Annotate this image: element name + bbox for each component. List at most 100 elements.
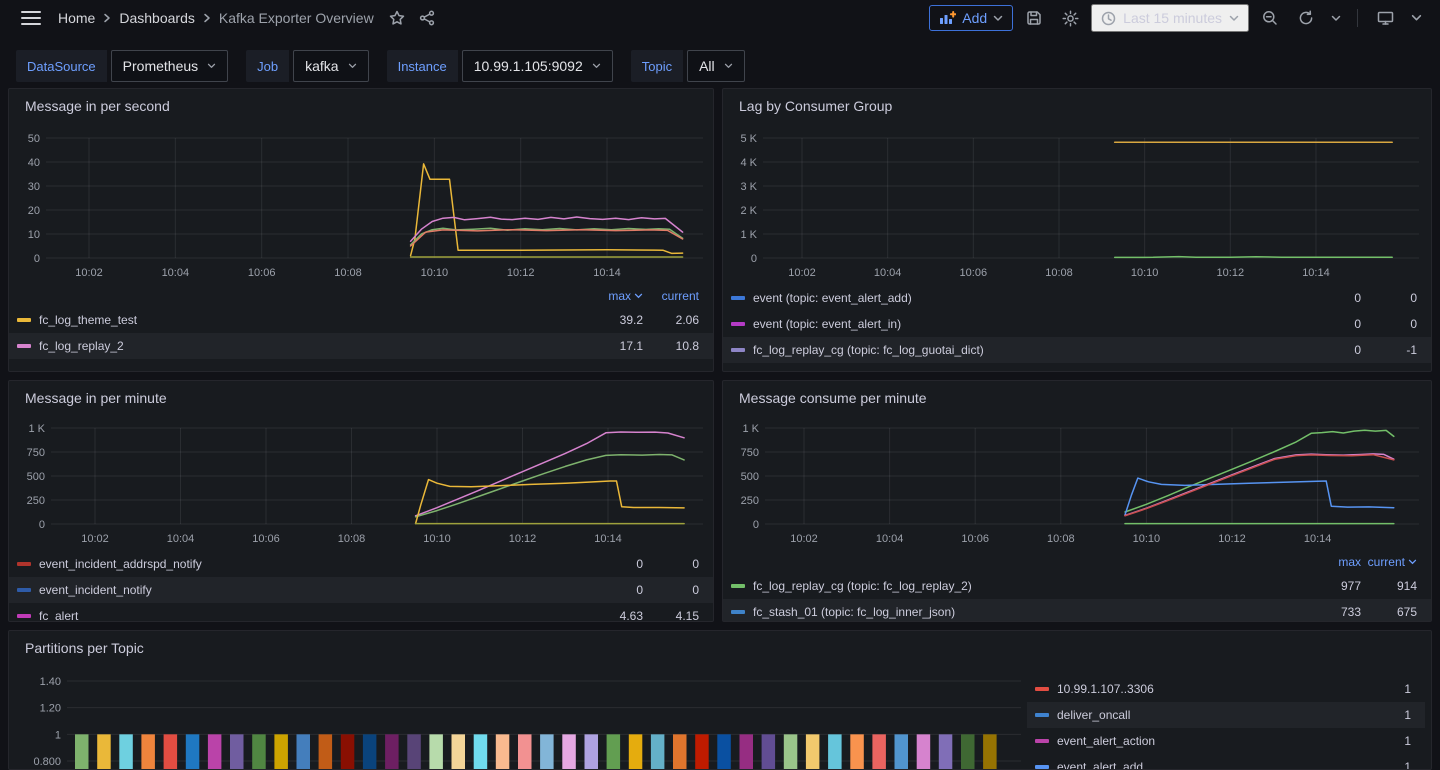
star-icon[interactable] [382, 4, 412, 32]
series-color-swatch [1035, 713, 1049, 717]
filter-datasource-select[interactable]: Prometheus [110, 50, 229, 82]
breadcrumb-dashboards[interactable]: Dashboards [119, 10, 195, 26]
legend-row[interactable]: fc_stash_01 (topic: fc_log_inner_json) 73… [723, 599, 1431, 621]
panel-title[interactable]: Message in per second [25, 97, 697, 115]
chevron-right-icon [203, 13, 211, 23]
timeseries-chart[interactable]: 0 250 500 750 1 K 10:02 10:04 10:06 10:08 10:10 10… [723, 413, 1431, 545]
svg-text:10:08: 10:08 [1045, 267, 1073, 279]
gear-icon[interactable] [1055, 4, 1085, 32]
legend-sort-max[interactable]: max [1297, 555, 1361, 569]
filter-topic-value: All [699, 58, 715, 74]
timeseries-chart[interactable]: 0 10 20 30 40 50 10:02 10:04 10:06 10:08 10:10 10:1… [9, 125, 713, 285]
legend-value: 4.15 [675, 609, 699, 621]
panel-title[interactable]: Lag by Consumer Group [739, 97, 1415, 115]
chevron-down-icon [592, 63, 600, 68]
filter-bar: DataSource Prometheus Job kafka Instance… [16, 50, 745, 82]
filter-job-value: kafka [305, 58, 339, 74]
filter-job-label: Job [246, 50, 290, 82]
svg-text:10:06: 10:06 [248, 267, 276, 279]
svg-text:0: 0 [39, 519, 45, 531]
zoom-out-icon[interactable] [1255, 4, 1285, 32]
monitor-icon[interactable] [1370, 4, 1400, 32]
legend-series-label: fc_log_replay_2 [39, 339, 124, 353]
svg-text:1 K: 1 K [740, 229, 757, 241]
chevron-down-icon [1229, 15, 1239, 21]
legend-row[interactable]: fc_log_replay_2 17.1 10.8 [9, 333, 713, 359]
panel-partitions-per-topic: Partitions per Topic 0.800 1 1.20 1.40 10.9… [8, 630, 1432, 770]
legend-value: 0 [692, 557, 699, 571]
legend-value: 2.06 [675, 313, 699, 327]
filter-job-select[interactable]: kafka [293, 50, 369, 82]
svg-text:10:12: 10:12 [1217, 267, 1245, 279]
filter-instance-value: 10.99.1.105:9092 [473, 58, 583, 74]
svg-text:500: 500 [27, 471, 45, 483]
svg-text:3 K: 3 K [740, 181, 757, 193]
legend-row[interactable]: event_incident_notify 0 0 [9, 577, 713, 603]
legend-sort-max[interactable]: max [579, 289, 643, 303]
panel-title[interactable]: Message in per minute [25, 389, 697, 407]
time-range-label: Last 15 minutes [1123, 10, 1222, 26]
legend-value: 0 [1354, 343, 1361, 357]
series-color-swatch [731, 610, 745, 614]
svg-text:10:08: 10:08 [1047, 533, 1075, 545]
add-button-label: Add [962, 10, 988, 26]
legend-row[interactable]: fc_alert 4.63 4.15 [9, 603, 713, 621]
svg-text:10:02: 10:02 [75, 267, 103, 279]
filter-topic-select[interactable]: All [687, 50, 745, 82]
filter-instance: Instance 10.99.1.105:9092 [386, 50, 613, 82]
legend-value: 1 [1404, 734, 1411, 748]
breadcrumb: Home Dashboards Kafka Exporter Overview [58, 10, 374, 26]
legend-row[interactable]: fc_log_theme_test 39.2 2.06 [9, 307, 713, 333]
legend-row[interactable]: 10.99.1.107..3306 1 [1027, 676, 1425, 702]
legend-row[interactable]: fc_log_replay_cg (topic: fc_log_replay_2… [723, 573, 1431, 599]
svg-text:10:14: 10:14 [1302, 267, 1330, 279]
series-color-swatch [17, 614, 31, 618]
filter-instance-select[interactable]: 10.99.1.105:9092 [461, 50, 613, 82]
legend-row[interactable]: event (topic: event_alert_add) 0 0 [723, 285, 1431, 311]
svg-text:50: 50 [28, 133, 40, 145]
legend-row[interactable]: event (topic: event_alert_in) 0 0 [723, 311, 1431, 337]
legend-series-label: fc_log_theme_test [39, 313, 138, 327]
svg-text:0.800: 0.800 [33, 756, 61, 768]
legend-row[interactable]: fc_log_replay_cg (topic: fc_log_guotai_d… [723, 337, 1431, 363]
timeseries-chart[interactable]: 0 1 K 2 K 3 K 4 K 5 K 10:02 10:04 10:06 10:08 10:1… [723, 125, 1431, 285]
legend-sort-current[interactable]: current [1361, 555, 1417, 569]
panel-title[interactable]: Message consume per minute [739, 389, 1415, 407]
legend-row[interactable]: deliver_oncall 1 [1027, 702, 1425, 728]
svg-text:1.20: 1.20 [40, 703, 61, 715]
legend-value: 914 [1396, 579, 1417, 593]
time-range-picker[interactable]: Last 15 minutes [1091, 4, 1249, 32]
share-icon[interactable] [412, 4, 442, 32]
clock-icon [1101, 11, 1116, 25]
svg-text:1 K: 1 K [742, 423, 759, 435]
breadcrumb-home[interactable]: Home [58, 10, 95, 26]
panel-legend: 10.99.1.107..3306 1 deliver_oncall 1 event_a… [1027, 676, 1425, 769]
svg-text:10:14: 10:14 [594, 533, 622, 545]
series-color-swatch [731, 296, 745, 300]
legend-row[interactable]: event_incident_addrspd_notify 0 0 [9, 551, 713, 577]
svg-text:10:08: 10:08 [338, 533, 366, 545]
chevron-down-icon [207, 63, 216, 68]
legend-series-label: event (topic: event_alert_add) [753, 291, 912, 305]
save-icon[interactable] [1019, 4, 1049, 32]
legend-row[interactable]: event_alert_action 1 [1027, 728, 1425, 754]
legend-value: 1 [1404, 708, 1411, 722]
panel-legend: event (topic: event_alert_add) 0 0 event (t… [723, 285, 1431, 371]
legend-sort-current[interactable]: current [643, 289, 699, 303]
bar-chart[interactable]: 0.800 1 1.20 1.40 [9, 661, 1025, 769]
filter-topic-label: Topic [630, 50, 684, 82]
svg-text:10:02: 10:02 [788, 267, 816, 279]
filter-datasource: DataSource Prometheus [16, 50, 229, 82]
refresh-interval-chevron[interactable] [1327, 4, 1345, 32]
menu-icon[interactable] [14, 4, 48, 32]
panel-title[interactable]: Partitions per Topic [25, 639, 1415, 657]
series-color-swatch [17, 344, 31, 348]
svg-text:0: 0 [34, 253, 40, 265]
refresh-icon[interactable] [1291, 4, 1321, 32]
svg-text:750: 750 [27, 447, 45, 459]
legend-header: max current [723, 551, 1431, 573]
timeseries-chart[interactable]: 0 250 500 750 1 K 10:02 10:04 10:06 10:08 10:10 10… [9, 413, 713, 545]
add-button[interactable]: Add [929, 5, 1014, 31]
toolbar-overflow-chevron[interactable] [1406, 4, 1426, 32]
nav-bar: Home Dashboards Kafka Exporter Overview … [0, 0, 1440, 36]
